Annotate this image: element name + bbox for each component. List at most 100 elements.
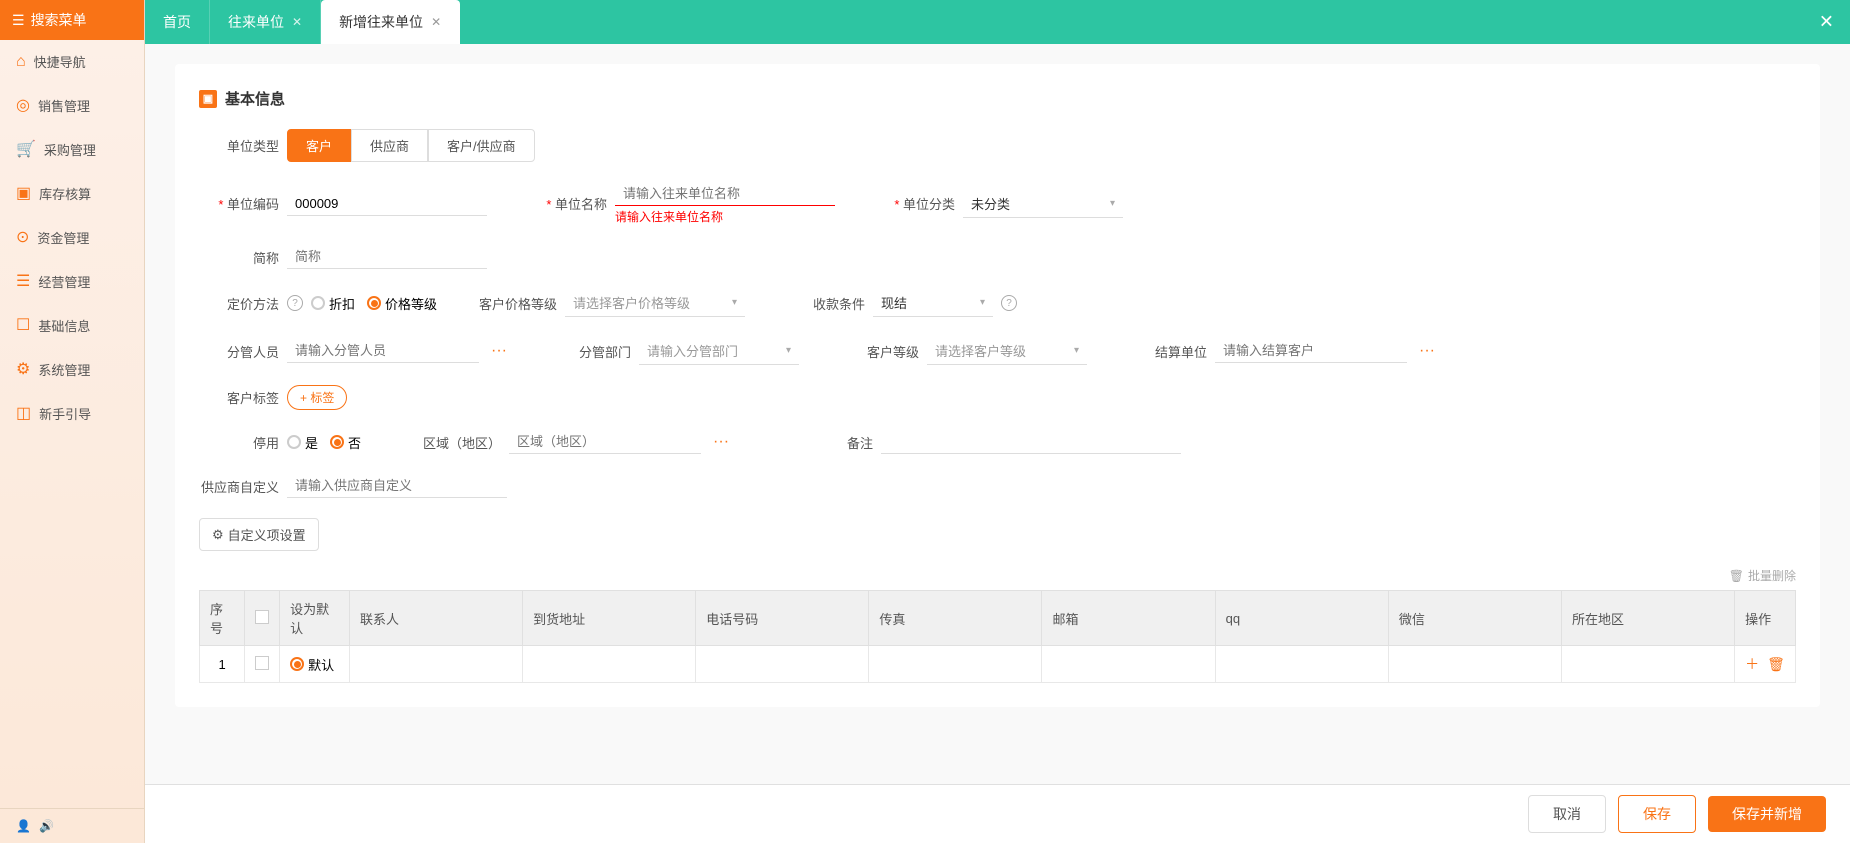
dept-chevron-icon: ▾ xyxy=(786,345,791,356)
cell-wechat[interactable] xyxy=(1388,646,1561,683)
cell-phone[interactable] xyxy=(696,646,869,683)
address-input[interactable] xyxy=(533,657,685,672)
pricing-radio-discount[interactable]: 折扣 xyxy=(311,294,355,313)
payment-chevron-icon: ▾ xyxy=(980,297,985,308)
region-input[interactable] xyxy=(509,430,701,454)
contact-input[interactable] xyxy=(360,657,512,672)
manager-ellipsis[interactable]: ··· xyxy=(487,342,511,360)
region-group: 区域（地区） ··· xyxy=(421,430,733,454)
window-close-button[interactable]: ✕ xyxy=(1819,12,1834,33)
bottom-bar: 取消 保存 保存并新增 xyxy=(145,784,1850,843)
disabled-radio-no[interactable]: 否 xyxy=(330,433,361,452)
sidebar-item-basic-info[interactable]: ☐ 基础信息 xyxy=(0,303,144,347)
unit-btn-supplier[interactable]: 供应商 xyxy=(351,129,428,162)
tab-contacts[interactable]: 往来单位 ✕ xyxy=(210,0,321,44)
custom-settings-button[interactable]: ⚙ 自定义项设置 xyxy=(199,518,319,551)
sidebar-item-guide[interactable]: ◫ 新手引导 xyxy=(0,391,144,435)
customer-price-level-select[interactable]: 请选择客户价格等级 ▾ xyxy=(565,289,745,317)
table-row: 1 默认 xyxy=(200,646,1796,683)
tab-home[interactable]: 首页 xyxy=(145,0,210,44)
unit-btn-customer[interactable]: 客户 xyxy=(287,129,351,162)
payment-terms-select[interactable]: 现结 ▾ xyxy=(873,289,993,317)
sidebar-item-inventory[interactable]: ▣ 库存核算 xyxy=(0,171,144,215)
unit-name-label: 单位名称 xyxy=(527,194,607,213)
unit-category-select[interactable]: 未分类 ▾ xyxy=(963,190,1123,218)
purchase-icon: 🛒 xyxy=(16,139,36,159)
tab-new-contact-close[interactable]: ✕ xyxy=(431,15,441,29)
customer-price-chevron-icon: ▾ xyxy=(732,297,737,308)
unit-code-input[interactable] xyxy=(287,192,487,216)
cell-region[interactable] xyxy=(1562,646,1735,683)
col-email: 邮箱 xyxy=(1042,591,1215,646)
tab-contacts-close[interactable]: ✕ xyxy=(292,15,302,29)
cell-fax[interactable] xyxy=(869,646,1042,683)
email-input[interactable] xyxy=(1052,657,1204,672)
region-table-input[interactable] xyxy=(1572,657,1724,672)
disabled-no-label: 否 xyxy=(348,433,361,452)
pricing-help-icon[interactable]: ? xyxy=(287,295,303,311)
cell-email[interactable] xyxy=(1042,646,1215,683)
settlement-unit-input[interactable] xyxy=(1215,339,1407,363)
customer-level-select[interactable]: 请选择客户等级 ▾ xyxy=(927,337,1087,365)
supplier-custom-input[interactable] xyxy=(287,474,507,498)
sidebar: ☰ 搜索菜单 ⌂ 快捷导航 ◎ 销售管理 🛒 采购管理 ▣ 库存核算 ⊙ 资金管… xyxy=(0,0,145,843)
sidebar-item-label: 新手引导 xyxy=(39,404,91,423)
trash-icon: 🗑 xyxy=(1729,569,1744,583)
phone-input[interactable] xyxy=(706,657,858,672)
department-select[interactable]: 请输入分管部门 ▾ xyxy=(639,337,799,365)
wechat-input[interactable] xyxy=(1399,657,1551,672)
region-ellipsis[interactable]: ··· xyxy=(709,433,733,451)
unit-btn-both[interactable]: 客户/供应商 xyxy=(428,129,535,162)
remarks-input[interactable] xyxy=(881,430,1181,454)
unit-category-group: 单位分类 未分类 ▾ xyxy=(875,190,1796,218)
row-checkbox[interactable] xyxy=(255,656,269,670)
tab-new-contact[interactable]: 新增往来单位 ✕ xyxy=(321,0,460,44)
default-radio-circle[interactable] xyxy=(290,657,304,671)
short-name-input[interactable] xyxy=(287,245,487,269)
fax-input[interactable] xyxy=(879,657,1031,672)
qq-input[interactable] xyxy=(1226,657,1378,672)
pricing-radio-group: 折扣 价格等级 xyxy=(311,294,437,313)
search-menu[interactable]: ☰ 搜索菜单 xyxy=(0,0,144,40)
select-all-checkbox[interactable] xyxy=(255,610,269,624)
col-fax: 传真 xyxy=(869,591,1042,646)
search-icon: ☰ xyxy=(12,12,25,29)
batch-delete-label[interactable]: 批量删除 xyxy=(1748,567,1796,584)
unit-type-row: 单位类型 客户 供应商 客户/供应商 xyxy=(199,129,1796,162)
add-tag-button[interactable]: + 标签 xyxy=(287,385,347,410)
disabled-radio-yes[interactable]: 是 xyxy=(287,433,318,452)
sidebar-item-sales[interactable]: ◎ 销售管理 xyxy=(0,83,144,127)
payment-help-icon[interactable]: ? xyxy=(1001,295,1017,311)
unit-category-value: 未分类 xyxy=(971,194,1106,213)
manager-group: 分管人员 ··· xyxy=(199,339,511,363)
customer-level-group: 客户等级 请选择客户等级 ▾ xyxy=(839,337,1087,365)
sidebar-item-quick-nav[interactable]: ⌂ 快捷导航 xyxy=(0,40,144,83)
unit-code-group: 单位编码 xyxy=(199,192,487,216)
manager-input[interactable] xyxy=(287,339,479,363)
cell-qq[interactable] xyxy=(1215,646,1388,683)
pricing-radio-level[interactable]: 价格等级 xyxy=(367,294,437,313)
settlement-ellipsis[interactable]: ··· xyxy=(1415,342,1439,360)
col-wechat: 微信 xyxy=(1388,591,1561,646)
unit-type-label: 单位类型 xyxy=(199,136,279,155)
save-button[interactable]: 保存 xyxy=(1618,795,1696,833)
save-add-button[interactable]: 保存并新增 xyxy=(1708,796,1826,832)
cancel-button[interactable]: 取消 xyxy=(1528,795,1606,833)
cell-contact[interactable] xyxy=(350,646,523,683)
cell-address[interactable] xyxy=(523,646,696,683)
basic-info-icon: ☐ xyxy=(16,315,30,335)
sidebar-item-label: 库存核算 xyxy=(39,184,91,203)
unit-category-label: 单位分类 xyxy=(875,194,955,213)
code-name-category-row: 单位编码 单位名称 请输入往来单位名称 单位分类 未分类 ▾ xyxy=(199,182,1796,225)
add-row-button[interactable]: ＋ xyxy=(1745,654,1759,674)
disabled-yes-label: 是 xyxy=(305,433,318,452)
sidebar-item-system[interactable]: ⚙ 系统管理 xyxy=(0,347,144,391)
supplier-custom-label: 供应商自定义 xyxy=(199,477,279,496)
supplier-custom-row: 供应商自定义 xyxy=(199,474,1796,498)
sidebar-item-finance[interactable]: ⊙ 资金管理 xyxy=(0,215,144,259)
sidebar-item-purchase[interactable]: 🛒 采购管理 xyxy=(0,127,144,171)
delete-row-button[interactable]: 🗑 xyxy=(1767,656,1785,673)
payment-terms-value: 现结 xyxy=(881,293,976,312)
sidebar-item-operations[interactable]: ☰ 经营管理 xyxy=(0,259,144,303)
unit-name-input[interactable] xyxy=(615,182,835,206)
